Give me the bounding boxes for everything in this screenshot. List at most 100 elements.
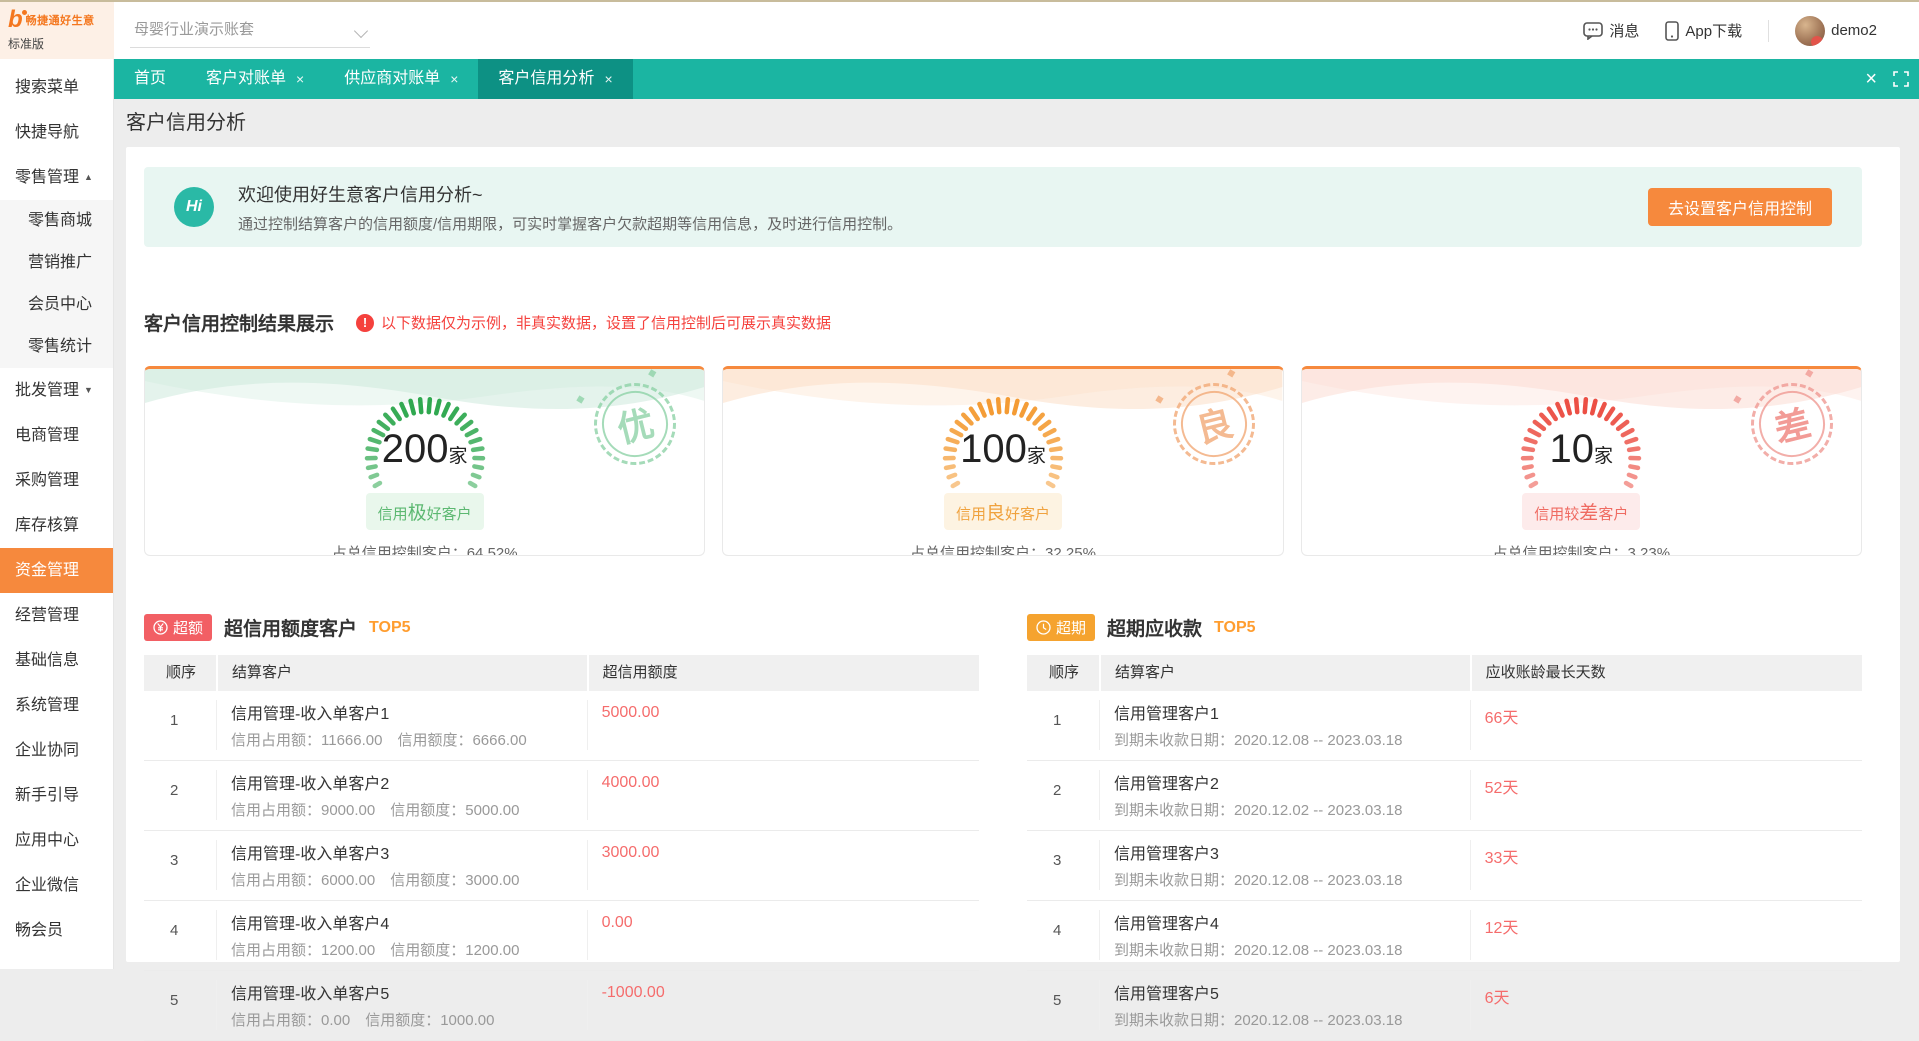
- ratio-good: 占总信用控制客户：32.25%: [723, 542, 1282, 556]
- over-credit-limit-table: 超额 超信用额度客户 TOP5 顺序 结算客户 超信用额度 1 信用管理-收入单…: [144, 614, 979, 1041]
- tab-customer-credit-analysis[interactable]: 客户信用分析×: [478, 59, 632, 99]
- ratio-poor: 占总信用控制客户：3.23%: [1302, 542, 1861, 556]
- content-panel: Hi 欢迎使用好生意客户信用分析~ 通过控制结算客户的信用额度/信用期限，可实时…: [126, 147, 1900, 962]
- banner-subtitle: 通过控制结算客户的信用额度/信用期限，可实时掌握客户欠款超期等信用信息，及时进行…: [238, 213, 1648, 234]
- table-header: 顺序 结算客户 超信用额度: [144, 655, 979, 691]
- app-header: b 畅捷通好生意 标准版 母婴行业演示账套 消息 App下载 demo2: [0, 2, 1919, 59]
- app-download-button[interactable]: App下载: [1665, 20, 1742, 41]
- demo-data-notice: 以下数据仅为示例，非真实数据，设置了信用控制后可展示真实数据: [381, 312, 831, 333]
- table-row: 3 信用管理客户3到期未收款日期：2020.12.08 -- 2023.03.1…: [1027, 831, 1862, 901]
- card-poor-credit: 差 10家 信用较差客户 占总信用控制客户：3.23%: [1301, 366, 1862, 556]
- count-value: 10: [1550, 427, 1595, 471]
- sidebar-item-retail-mall[interactable]: 零售商城: [0, 200, 113, 242]
- account-set-value: 母婴行业演示账套: [134, 21, 254, 38]
- sidebar-item-wholesale-management[interactable]: 批发管理▼: [0, 368, 113, 413]
- table-row: 2 信用管理客户2到期未收款日期：2020.12.02 -- 2023.03.1…: [1027, 761, 1862, 831]
- sidebar: 搜索菜单 快捷导航 零售管理▲ 零售商城 营销推广 会员中心 零售统计 批发管理…: [0, 59, 114, 969]
- clock-icon: [1036, 620, 1051, 635]
- brand-edition: 标准版: [8, 35, 108, 52]
- fullscreen-icon[interactable]: [1893, 71, 1909, 87]
- tab-bar: 首页 客户对账单× 供应商对账单× 客户信用分析× ×: [114, 59, 1919, 99]
- alert-icon: !: [356, 314, 374, 332]
- table-row: 3 信用管理-收入单客户3信用占用额：6000.00 信用额度：3000.00 …: [144, 831, 979, 901]
- ratio-excellent: 占总信用控制客户：64.52%: [145, 542, 704, 556]
- sidebar-item-retail-management[interactable]: 零售管理▲: [0, 155, 113, 200]
- sidebar-item-inventory-accounting[interactable]: 库存核算: [0, 503, 113, 548]
- main-content: 客户信用分析 Hi 欢迎使用好生意客户信用分析~ 通过控制结算客户的信用额度/信…: [114, 99, 1919, 969]
- phone-icon: [1665, 21, 1679, 41]
- card-good-credit: 良 100家 信用良好客户 占总信用控制客户：32.25%: [722, 366, 1283, 556]
- sidebar-item-enterprise-collaboration[interactable]: 企业协同: [0, 728, 113, 773]
- close-icon[interactable]: ×: [604, 59, 612, 99]
- chevron-down-icon: [354, 24, 368, 38]
- table-row: 1 信用管理-收入单客户1信用占用额：11666.00 信用额度：6666.00…: [144, 691, 979, 761]
- gauge-poor: 10家 信用较差客户: [1486, 383, 1676, 530]
- gauge-excellent: 200家 信用极好客户: [330, 383, 520, 530]
- close-icon[interactable]: ×: [450, 59, 458, 99]
- sidebar-item-member-center[interactable]: 会员中心: [0, 284, 113, 326]
- sidebar-item-search-menu[interactable]: 搜索菜单: [0, 65, 113, 110]
- table-title: 超期应收款: [1107, 614, 1202, 641]
- section-title: 客户信用控制结果展示: [144, 309, 334, 336]
- sidebar-item-business-management[interactable]: 经营管理: [0, 593, 113, 638]
- tab-home[interactable]: 首页: [114, 59, 186, 99]
- overdue-badge: 超期: [1027, 614, 1095, 641]
- sidebar-item-fund-management[interactable]: 资金管理: [0, 548, 113, 593]
- brand-logo-block[interactable]: b 畅捷通好生意 标准版: [0, 2, 114, 59]
- username: demo2: [1831, 22, 1877, 39]
- gauge-good: 100家 信用良好客户: [908, 383, 1098, 530]
- table-row: 5 信用管理客户5到期未收款日期：2020.12.08 -- 2023.03.1…: [1027, 971, 1862, 1041]
- badge-good-credit: 信用良好客户: [944, 493, 1062, 530]
- table-row: 2 信用管理-收入单客户2信用占用额：9000.00 信用额度：5000.00 …: [144, 761, 979, 831]
- sidebar-item-ecommerce-management[interactable]: 电商管理: [0, 413, 113, 458]
- message-bubble-icon: [1583, 22, 1603, 40]
- credit-result-cards: 优 200家 信用极好客户 占总信用控制客户：64.52% 良: [144, 366, 1862, 556]
- close-icon[interactable]: ×: [296, 59, 304, 99]
- brand-logo-icon: b: [8, 8, 23, 32]
- header-divider: [1768, 20, 1769, 42]
- messages-label: 消息: [1609, 20, 1639, 41]
- card-excellent-credit: 优 200家 信用极好客户 占总信用控制客户：64.52%: [144, 366, 705, 556]
- sidebar-item-retail-stats[interactable]: 零售统计: [0, 326, 113, 368]
- avatar: [1795, 16, 1825, 46]
- welcome-banner: Hi 欢迎使用好生意客户信用分析~ 通过控制结算客户的信用额度/信用期限，可实时…: [144, 167, 1862, 247]
- sidebar-item-beginner-guide[interactable]: 新手引导: [0, 773, 113, 818]
- banner-title: 欢迎使用好生意客户信用分析~: [238, 181, 1648, 207]
- tab-customer-statement[interactable]: 客户对账单×: [186, 59, 324, 99]
- coin-icon: [153, 620, 168, 635]
- top5-label: TOP5: [1214, 619, 1256, 637]
- badge-excellent-credit: 信用极好客户: [366, 493, 484, 530]
- top5-label: TOP5: [369, 619, 411, 637]
- brand-name: 畅捷通好生意: [26, 12, 95, 28]
- messages-button[interactable]: 消息: [1583, 20, 1639, 41]
- count-value: 200: [382, 427, 449, 471]
- tab-supplier-statement[interactable]: 供应商对账单×: [324, 59, 478, 99]
- table-header: 顺序 结算客户 应收账龄最长天数: [1027, 655, 1862, 691]
- expand-arrow-icon: ▼: [84, 385, 93, 395]
- page-title: 客户信用分析: [126, 99, 1900, 147]
- overdue-receivables-table: 超期 超期应收款 TOP5 顺序 结算客户 应收账龄最长天数 1 信用管理客户1…: [1027, 614, 1862, 1041]
- count-value: 100: [960, 427, 1027, 471]
- table-title: 超信用额度客户: [224, 614, 357, 641]
- sidebar-item-system-management[interactable]: 系统管理: [0, 683, 113, 728]
- collapse-arrow-icon: ▲: [84, 172, 93, 182]
- over-limit-badge: 超额: [144, 614, 212, 641]
- badge-poor-credit: 信用较差客户: [1522, 493, 1640, 530]
- sidebar-item-chang-member[interactable]: 畅会员: [0, 908, 113, 953]
- sidebar-item-purchase-management[interactable]: 采购管理: [0, 458, 113, 503]
- close-tab-icon[interactable]: ×: [1865, 59, 1877, 99]
- table-row: 1 信用管理客户1到期未收款日期：2020.12.08 -- 2023.03.1…: [1027, 691, 1862, 761]
- table-row: 4 信用管理-收入单客户4信用占用额：1200.00 信用额度：1200.00 …: [144, 901, 979, 971]
- table-row: 4 信用管理客户4到期未收款日期：2020.12.08 -- 2023.03.1…: [1027, 901, 1862, 971]
- sidebar-item-quick-nav[interactable]: 快捷导航: [0, 110, 113, 155]
- account-set-select[interactable]: 母婴行业演示账套: [130, 14, 370, 48]
- app-download-label: App下载: [1685, 20, 1742, 41]
- sidebar-item-basic-info[interactable]: 基础信息: [0, 638, 113, 683]
- setup-credit-control-button[interactable]: 去设置客户信用控制: [1648, 188, 1832, 226]
- hi-icon: Hi: [174, 187, 214, 227]
- sidebar-item-marketing[interactable]: 营销推广: [0, 242, 113, 284]
- table-row: 5 信用管理-收入单客户5信用占用额：0.00 信用额度：1000.00 -10…: [144, 971, 979, 1041]
- user-menu[interactable]: demo2: [1795, 16, 1877, 46]
- sidebar-item-app-center[interactable]: 应用中心: [0, 818, 113, 863]
- sidebar-item-enterprise-wechat[interactable]: 企业微信: [0, 863, 113, 908]
